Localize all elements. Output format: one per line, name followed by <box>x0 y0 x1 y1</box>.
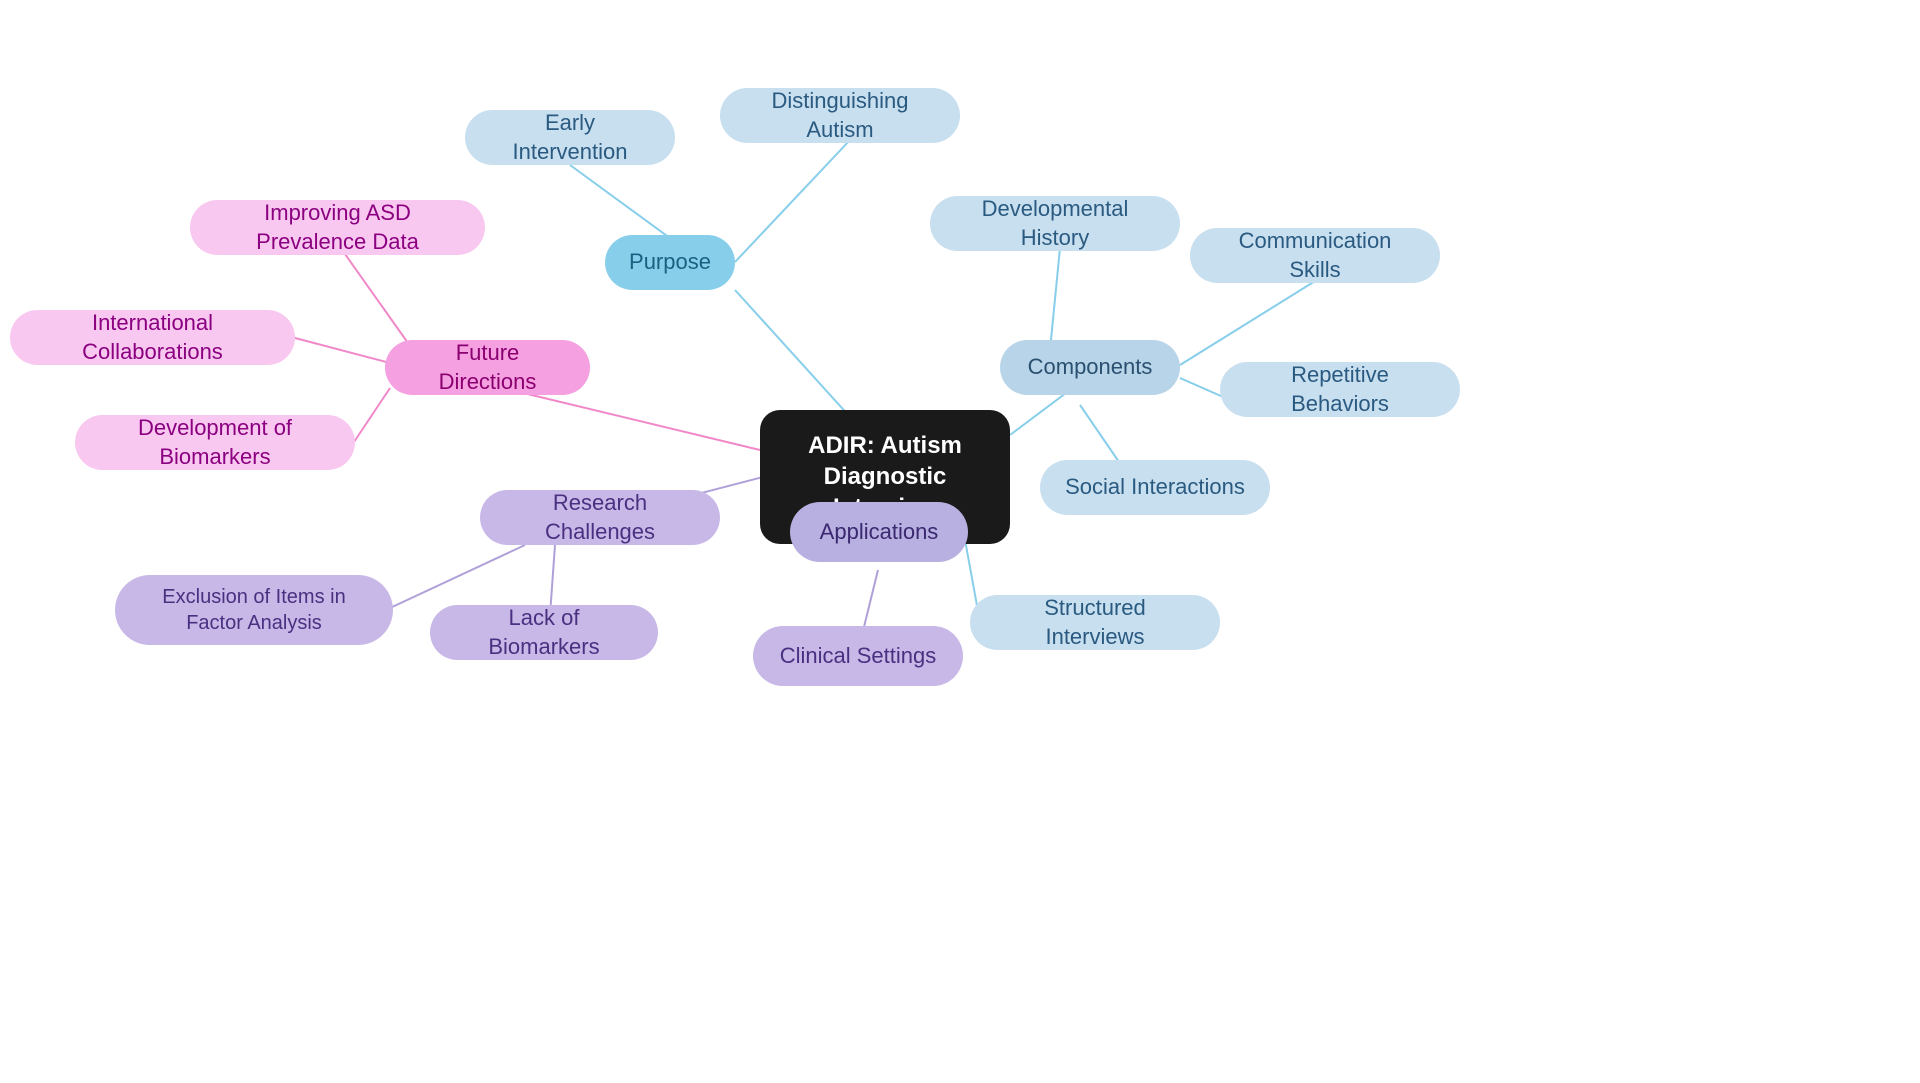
improving-asd-node: Improving ASD Prevalence Data <box>190 200 485 255</box>
structured-interviews-node: Structured Interviews <box>970 595 1220 650</box>
applications-node: Applications <box>790 502 968 562</box>
early-intervention-node: Early Intervention <box>465 110 675 165</box>
social-interactions-node: Social Interactions <box>1040 460 1270 515</box>
international-collaborations-node: International Collaborations <box>10 310 295 365</box>
lack-biomarkers-node: Lack of Biomarkers <box>430 605 658 660</box>
future-directions-node: Future Directions <box>385 340 590 395</box>
components-node: Components <box>1000 340 1180 395</box>
exclusion-items-node: Exclusion of Items in Factor Analysis <box>115 575 393 645</box>
purpose-node: Purpose <box>605 235 735 290</box>
development-biomarkers-node: Development of Biomarkers <box>75 415 355 470</box>
distinguishing-autism-node: Distinguishing Autism <box>720 88 960 143</box>
communication-skills-node: Communication Skills <box>1190 228 1440 283</box>
clinical-settings-node: Clinical Settings <box>753 626 963 686</box>
repetitive-behaviors-node: Repetitive Behaviors <box>1220 362 1460 417</box>
research-challenges-node: Research Challenges <box>480 490 720 545</box>
developmental-history-node: Developmental History <box>930 196 1180 251</box>
